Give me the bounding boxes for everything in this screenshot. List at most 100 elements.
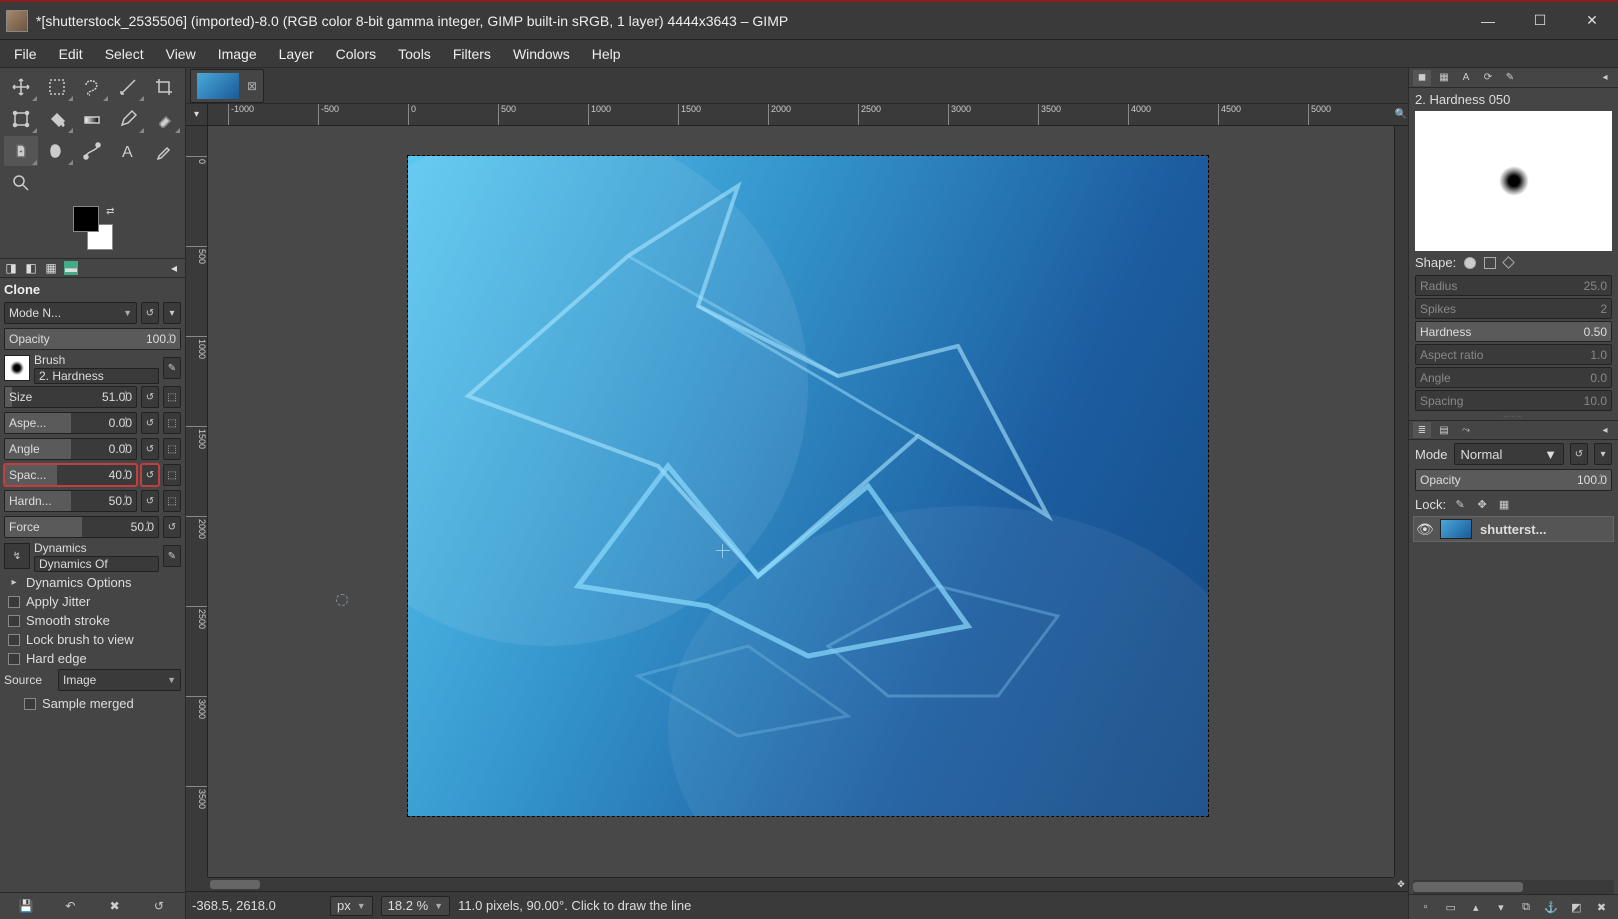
apply-jitter-checkbox[interactable]: Apply Jitter (4, 592, 181, 611)
mask-icon[interactable]: ◩ (1567, 899, 1585, 915)
mode-combo[interactable]: Mode N...▼ (4, 302, 137, 324)
layer-item[interactable]: 👁 shutterst... (1413, 516, 1614, 542)
brush-preview[interactable] (4, 355, 30, 381)
aspect-ratio-slider[interactable]: Aspect ratio1.0 (1415, 344, 1612, 365)
smudge-tool[interactable] (40, 136, 74, 166)
lock-alpha-icon[interactable]: ▦ (1496, 496, 1512, 512)
brushes-tab[interactable]: ▬ (64, 261, 78, 275)
angle-link-icon[interactable]: ⬚ (163, 438, 181, 460)
source-combo[interactable]: Image▼ (58, 669, 181, 691)
menu-view[interactable]: View (156, 42, 206, 66)
size-slider[interactable]: Size51.00▴▾ (4, 386, 137, 408)
dynamics-preview[interactable]: ↯ (4, 543, 30, 569)
smooth-stroke-checkbox[interactable]: Smooth stroke (4, 611, 181, 630)
spacing-slider[interactable]: Spac...40.0▴▾ (4, 464, 137, 486)
layer-opacity-slider[interactable]: Opacity100.0▴▾ (1415, 469, 1612, 491)
new-layer-icon[interactable]: ▫ (1417, 899, 1435, 915)
unit-combo[interactable]: px▼ (330, 896, 373, 916)
horizontal-scrollbar[interactable] (208, 877, 1394, 891)
patterns-tab-icon[interactable]: ▦ (1435, 70, 1453, 86)
menu-tools[interactable]: Tools (388, 42, 441, 66)
minimize-button[interactable]: — (1462, 2, 1514, 39)
spikes-slider[interactable]: Spikes2 (1415, 298, 1612, 319)
angle-reset-icon[interactable]: ↺ (141, 438, 159, 460)
vertical-scrollbar[interactable] (1394, 126, 1408, 877)
hardness-slider[interactable]: Hardn...50.0▴▾ (4, 490, 137, 512)
foreground-color[interactable] (73, 206, 99, 232)
menu-windows[interactable]: Windows (503, 42, 580, 66)
zoom-button-icon[interactable]: 🔍 (1394, 104, 1408, 126)
dynamics-options-expander[interactable]: ▸Dynamics Options (4, 573, 181, 592)
menu-select[interactable]: Select (95, 42, 154, 66)
angle-slider[interactable]: Angle0.00▴▾ (4, 438, 137, 460)
force-reset-icon[interactable]: ↺ (163, 516, 181, 538)
device-status-tab[interactable]: ▦ (44, 261, 58, 275)
fonts-tab-icon[interactable]: A (1457, 70, 1475, 86)
history-tab-icon[interactable]: ⟳ (1479, 70, 1497, 86)
layer-mode-combo[interactable]: Normal▼ (1454, 443, 1564, 465)
brush-combo[interactable]: 2. Hardness (34, 368, 159, 384)
hardness-reset-icon[interactable]: ↺ (141, 490, 159, 512)
brush-edit-icon[interactable]: ✎ (163, 357, 181, 379)
layer-name[interactable]: shutterst... (1480, 522, 1546, 537)
layers-hscroll[interactable] (1413, 880, 1614, 894)
menu-colors[interactable]: Colors (326, 42, 386, 66)
layer-visibility-icon[interactable]: 👁 (1416, 521, 1432, 538)
mode-menu-icon[interactable]: ▾ (163, 302, 181, 324)
default-colors-icon[interactable] (71, 238, 83, 250)
size-reset-icon[interactable]: ↺ (141, 386, 159, 408)
canvas[interactable] (208, 126, 1394, 877)
tab-menu-icon[interactable]: ◨ (4, 261, 18, 275)
text-tool[interactable]: A (111, 136, 145, 166)
delete-layer-icon[interactable]: ✖ (1592, 899, 1610, 915)
aspect-reset-icon[interactable]: ↺ (141, 412, 159, 434)
aspect-slider[interactable]: Aspe...0.00▴▾ (4, 412, 137, 434)
lock-brush-checkbox[interactable]: Lock brush to view (4, 630, 181, 649)
close-button[interactable]: ✕ (1566, 2, 1618, 39)
duplicate-layer-icon[interactable]: ⧉ (1517, 899, 1535, 915)
lock-pixels-icon[interactable]: ✎ (1452, 496, 1468, 512)
layers-tab-icon[interactable]: ≣ (1413, 422, 1431, 438)
configure-tab-right-icon[interactable]: ◂ (1596, 70, 1614, 86)
menu-filters[interactable]: Filters (443, 42, 501, 66)
hard-edge-checkbox[interactable]: Hard edge (4, 649, 181, 668)
delete-preset-icon[interactable]: ✖ (105, 897, 125, 915)
pencil-tool[interactable] (111, 104, 145, 134)
configure-tab-icon[interactable]: ◂ (167, 261, 181, 275)
opacity-slider[interactable]: Opacity100.0▴▾ (4, 328, 181, 350)
eraser-tool[interactable] (147, 104, 181, 134)
menu-help[interactable]: Help (582, 42, 631, 66)
layer-up-icon[interactable]: ▴ (1467, 899, 1485, 915)
maximize-button[interactable]: ☐ (1514, 2, 1566, 39)
size-link-icon[interactable]: ⬚ (163, 386, 181, 408)
restore-preset-icon[interactable]: ↶ (60, 897, 80, 915)
dynamics-combo[interactable]: Dynamics Of (34, 556, 159, 572)
horizontal-ruler[interactable]: -1000 -500 0 500 1000 1500 2000 2500 300… (208, 104, 1394, 126)
new-group-icon[interactable]: ▭ (1442, 899, 1460, 915)
layer-mode-menu-icon[interactable]: ▾ (1594, 443, 1612, 465)
save-preset-icon[interactable]: 💾 (16, 897, 36, 915)
paths-tool[interactable] (76, 136, 110, 166)
menu-image[interactable]: Image (208, 42, 267, 66)
bucket-fill-tool[interactable] (40, 104, 74, 134)
brush-spacing-slider[interactable]: Spacing10.0 (1415, 390, 1612, 411)
rect-select-tool[interactable] (40, 72, 74, 102)
reset-preset-icon[interactable]: ↺ (149, 897, 169, 915)
crop-tool[interactable] (147, 72, 181, 102)
spacing-reset-icon[interactable]: ↺ (141, 464, 159, 486)
menu-layer[interactable]: Layer (269, 42, 324, 66)
merge-down-icon[interactable]: ⚓ (1542, 899, 1560, 915)
lock-position-icon[interactable]: ✥ (1474, 496, 1490, 512)
zoom-tool[interactable] (4, 168, 38, 198)
navigation-icon[interactable]: ✥ (1394, 877, 1408, 891)
sample-merged-checkbox[interactable]: Sample merged (4, 694, 181, 713)
hardness-link-icon[interactable]: ⬚ (163, 490, 181, 512)
editor-tab-icon[interactable]: ✎ (1501, 70, 1519, 86)
brush-hardness-slider[interactable]: Hardness0.50 (1415, 321, 1612, 342)
menu-file[interactable]: File (4, 42, 47, 66)
layer-down-icon[interactable]: ▾ (1492, 899, 1510, 915)
clone-tool[interactable] (4, 136, 38, 166)
dynamics-edit-icon[interactable]: ✎ (163, 545, 181, 567)
tool-options-tab[interactable]: ◧ (24, 261, 38, 275)
shape-square-icon[interactable] (1484, 257, 1496, 269)
